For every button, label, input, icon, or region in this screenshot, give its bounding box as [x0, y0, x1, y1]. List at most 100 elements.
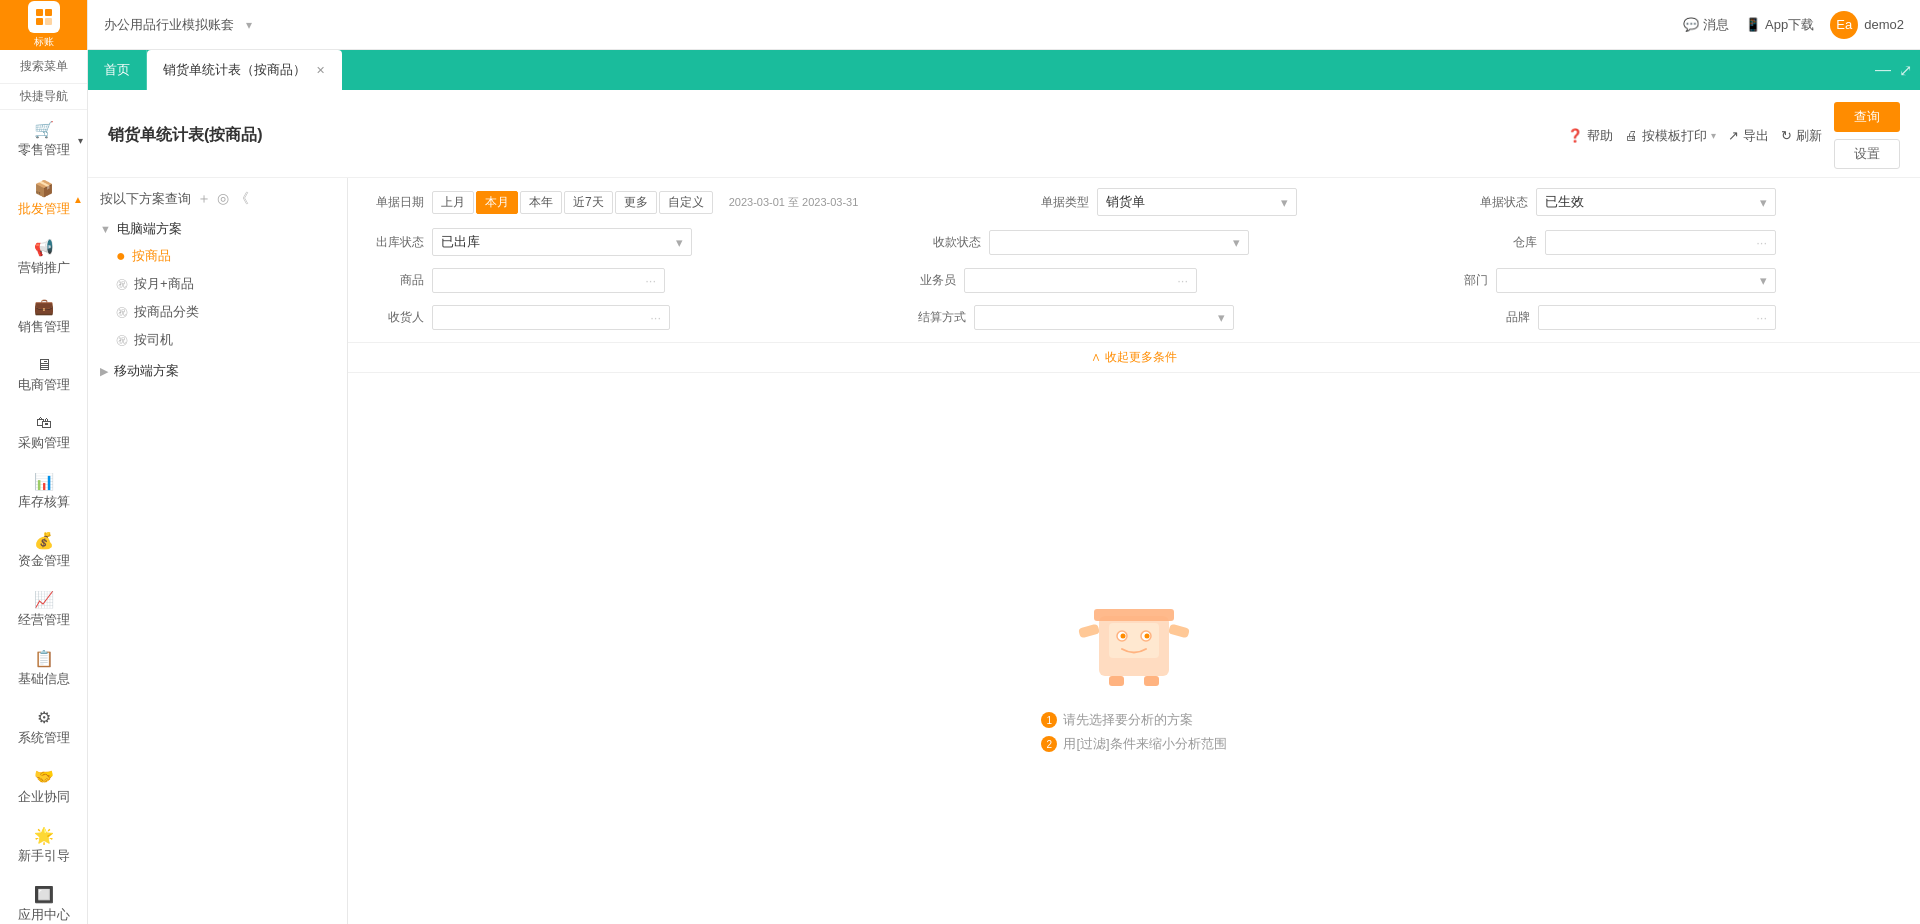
query-setting-buttons: 查询 设置 — [1834, 102, 1900, 169]
quicknav-label: 快捷导航 — [20, 89, 68, 103]
scheme-group-mobile-title[interactable]: ▶ 移动端方案 — [88, 358, 347, 384]
sidebar-item-basic[interactable]: 📋 基础信息 — [0, 639, 87, 698]
sidebar-item-enterprise[interactable]: 🤝 企业协同 — [0, 757, 87, 816]
out-status-select[interactable]: 已出库 ▾ — [432, 228, 692, 256]
filter-row-2: 出库状态 已出库 ▾ 收款状态 ▾ — [364, 228, 1904, 256]
enterprise-icon: 🤝 — [34, 767, 54, 786]
tab-close-icon[interactable]: ✕ — [316, 64, 325, 77]
sidebar-item-marketing[interactable]: 📢 营销推广 — [0, 228, 87, 287]
date-tab-last-7[interactable]: 近7天 — [564, 191, 613, 214]
doc-type-label: 单据类型 — [1029, 194, 1089, 211]
dept-arrow: ▾ — [1760, 273, 1767, 288]
scheme-item-by-category[interactable]: ㊗ 按商品分类 — [88, 298, 347, 326]
scheme-group-pc-title[interactable]: ▼ 电脑端方案 — [88, 216, 347, 242]
sidebar-item-apps[interactable]: 🔲 应用中心 — [0, 875, 87, 924]
warehouse-dots[interactable]: ··· — [1756, 235, 1767, 250]
tab-sales-stats[interactable]: 销货单统计表（按商品） ✕ — [147, 50, 342, 90]
purchase-icon: 🛍 — [36, 414, 52, 432]
sidebar-item-guide[interactable]: 🌟 新手引导 — [0, 816, 87, 875]
scheme-settings-icon[interactable]: ◎ — [217, 190, 229, 208]
topbar-actions: 💬 消息 📱 App下载 Ea demo2 — [1683, 11, 1904, 39]
app-download-button[interactable]: 📱 App下载 — [1745, 16, 1814, 34]
svg-rect-2 — [36, 18, 43, 25]
filter-row-3: 商品 ··· 业务员 ··· — [364, 268, 1904, 293]
doc-status-value: 已生效 — [1545, 193, 1584, 211]
salesman-input[interactable]: ··· — [964, 268, 1197, 293]
scheme-item-by-month-product[interactable]: ㊗ 按月+商品 — [88, 270, 347, 298]
sidebar-item-operation[interactable]: 📈 经营管理 — [0, 580, 87, 639]
filter-row-1: 单据日期 上月 本月 本年 近7天 更多 自定义 2023-03-01 至 20… — [364, 188, 1904, 216]
warehouse-input[interactable]: ··· — [1545, 230, 1776, 255]
salesman-dots[interactable]: ··· — [1177, 273, 1188, 288]
scheme-item-by-cashier-label: 按司机 — [134, 331, 173, 349]
date-tab-more[interactable]: 更多 — [615, 191, 657, 214]
sidebar-search-item[interactable]: 搜索菜单 — [0, 50, 87, 84]
export-button[interactable]: ↗ 导出 — [1728, 127, 1769, 145]
payment-select[interactable]: ▾ — [974, 305, 1234, 330]
tab-home[interactable]: 首页 — [88, 50, 147, 90]
scheme-group-pc-arrow: ▼ — [100, 223, 111, 235]
sales-icon: 💼 — [34, 297, 54, 316]
sidebar-item-purchase[interactable]: 🛍 采购管理 — [0, 404, 87, 462]
setting-button[interactable]: 设置 — [1834, 139, 1900, 169]
product-label: 商品 — [364, 272, 424, 289]
sidebar-item-finance[interactable]: 💰 资金管理 — [0, 521, 87, 580]
refresh-button[interactable]: ↻ 刷新 — [1781, 127, 1822, 145]
doc-type-select[interactable]: 销货单 ▾ — [1097, 188, 1297, 216]
receiver-label: 收货人 — [364, 309, 424, 326]
brand-input[interactable]: ··· — [1538, 305, 1776, 330]
sidebar-item-wholesale[interactable]: 📦 批发管理 ▲ — [0, 169, 87, 228]
sidebar-logo[interactable]: 标账 — [0, 0, 87, 50]
warehouse-label: 仓库 — [1477, 234, 1537, 251]
help-label: 帮助 — [1587, 127, 1613, 145]
svg-rect-0 — [36, 9, 43, 16]
print-dropdown-icon[interactable]: ▾ — [1711, 130, 1716, 141]
print-button[interactable]: 🖨 按模板打印 ▾ — [1625, 127, 1716, 145]
tab-maximize-icon[interactable]: ⤢ — [1899, 61, 1912, 80]
product-input[interactable]: ··· — [432, 268, 665, 293]
query-button[interactable]: 查询 — [1834, 102, 1900, 132]
scheme-item-by-product-label: 按商品 — [132, 247, 171, 265]
basic-icon: 📋 — [34, 649, 54, 668]
sidebar-item-system[interactable]: ⚙ 系统管理 — [0, 698, 87, 757]
content-area: 销货单统计表(按商品) ❓ 帮助 🖨 按模板打印 ▾ ↗ 导出 ↻ 刷新 — [88, 90, 1920, 924]
receiver-dots[interactable]: ··· — [650, 310, 661, 325]
sidebar-item-inventory[interactable]: 📊 库存核算 — [0, 462, 87, 521]
product-dots[interactable]: ··· — [645, 273, 656, 288]
sidebar-item-sales[interactable]: 💼 销售管理 — [0, 287, 87, 346]
dept-label: 部门 — [1428, 272, 1488, 289]
receipt-status-select[interactable]: ▾ — [989, 230, 1249, 255]
user-menu[interactable]: Ea demo2 — [1830, 11, 1904, 39]
inventory-icon: 📊 — [34, 472, 54, 491]
scheme-item-by-product[interactable]: ● 按商品 — [88, 242, 347, 270]
operation-icon: 📈 — [34, 590, 54, 609]
filter-collapse-button[interactable]: ∧ 收起更多条件 — [348, 342, 1920, 372]
scheme-header-icons: ＋ ◎ 《 — [197, 190, 249, 208]
dept-select[interactable]: ▾ — [1496, 268, 1776, 293]
logo-icon — [28, 1, 60, 33]
scheme-collapse-icon[interactable]: 《 — [235, 190, 249, 208]
ecommerce-icon: 🖥 — [36, 356, 52, 374]
date-tab-this-year[interactable]: 本年 — [520, 191, 562, 214]
date-tab-this-month[interactable]: 本月 — [476, 191, 518, 214]
date-tab-last-month[interactable]: 上月 — [432, 191, 474, 214]
receiver-input[interactable]: ··· — [432, 305, 670, 330]
svg-rect-13 — [1078, 624, 1100, 639]
help-button[interactable]: ❓ 帮助 — [1567, 127, 1613, 145]
brand-dots[interactable]: ··· — [1756, 310, 1767, 325]
system-icon: ⚙ — [37, 708, 51, 727]
svg-rect-3 — [45, 18, 52, 25]
sidebar-item-ecommerce[interactable]: 🖥 电商管理 — [0, 346, 87, 404]
topbar-dropdown-arrow[interactable]: ▾ — [246, 18, 252, 32]
doc-status-select[interactable]: 已生效 ▾ — [1536, 188, 1776, 216]
message-button[interactable]: 💬 消息 — [1683, 16, 1729, 34]
sidebar-item-retail[interactable]: 🛒 零售管理 ▾ — [0, 110, 87, 169]
sidebar-item-wholesale-label: 批发管理 — [18, 200, 70, 218]
tab-minimize-icon[interactable]: — — [1875, 61, 1891, 79]
date-tab-custom[interactable]: 自定义 — [659, 191, 713, 214]
scheme-item-by-cashier[interactable]: ㊗ 按司机 — [88, 326, 347, 354]
sidebar-quicknav-item[interactable]: 快捷导航 — [0, 84, 87, 110]
apps-icon: 🔲 — [34, 885, 54, 904]
wholesale-arrow: ▲ — [73, 193, 83, 204]
scheme-add-icon[interactable]: ＋ — [197, 190, 211, 208]
